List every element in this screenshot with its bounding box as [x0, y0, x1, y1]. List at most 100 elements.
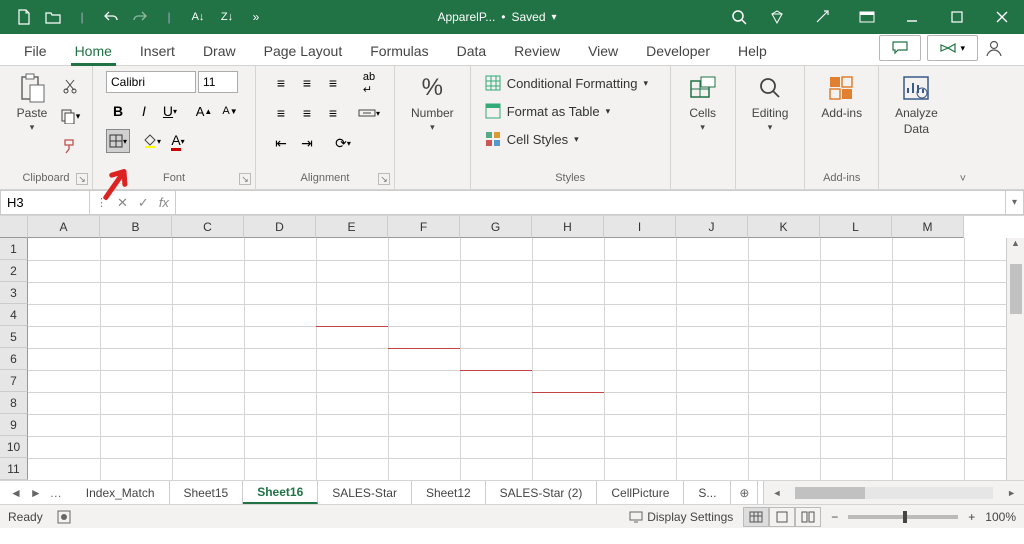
sheet-nav-prev-icon[interactable]: ◄ [10, 486, 22, 500]
col-header-E[interactable]: E [316, 216, 388, 238]
format-painter-icon[interactable] [58, 134, 82, 158]
gem-icon[interactable] [754, 0, 799, 34]
paste-button[interactable]: Paste ▾ [10, 70, 54, 135]
ribbon-mode-icon[interactable] [844, 0, 889, 34]
grow-font-icon[interactable]: A▲ [192, 99, 216, 123]
increase-indent-icon[interactable]: ⇥ [295, 131, 319, 155]
tab-data[interactable]: Data [443, 37, 501, 65]
namebox-chevron-icon[interactable]: ⋮ [96, 196, 107, 209]
worksheet-grid[interactable]: ▲ ABCDEFGHIJKLM1234567891011 [0, 216, 1024, 480]
fill-color-button[interactable]: ▾ [140, 129, 164, 153]
borders-button[interactable]: ▾ [106, 129, 130, 153]
formula-input[interactable] [176, 190, 1006, 215]
sheet-tab-index-match[interactable]: Index_Match [72, 481, 170, 504]
row-header-3[interactable]: 3 [0, 282, 28, 304]
wrap-text-icon[interactable]: ab↵ [357, 71, 381, 95]
col-header-A[interactable]: A [28, 216, 100, 238]
new-file-icon[interactable] [10, 3, 38, 31]
tab-review[interactable]: Review [500, 37, 574, 65]
qat-more-icon[interactable]: » [242, 3, 270, 31]
merge-center-icon[interactable]: ▾ [357, 101, 381, 125]
vertical-scrollbar[interactable]: ▲ [1006, 238, 1024, 480]
display-settings-button[interactable]: Display Settings [629, 510, 733, 524]
enter-formula-icon[interactable]: ✓ [138, 195, 149, 211]
tab-page-layout[interactable]: Page Layout [250, 37, 357, 65]
decrease-indent-icon[interactable]: ⇤ [269, 131, 293, 155]
sheet-tab-sheet12[interactable]: Sheet12 [412, 481, 486, 504]
align-top-icon[interactable]: ≡ [269, 71, 293, 95]
tab-formulas[interactable]: Formulas [356, 37, 442, 65]
sheet-tab-sheet15[interactable]: Sheet15 [170, 481, 244, 504]
tab-insert[interactable]: Insert [126, 37, 189, 65]
macro-record-icon[interactable] [57, 510, 71, 524]
collapse-ribbon-icon[interactable]: ˅ [954, 66, 972, 189]
row-header-9[interactable]: 9 [0, 414, 28, 436]
col-header-D[interactable]: D [244, 216, 316, 238]
shrink-font-icon[interactable]: A▼ [218, 99, 242, 123]
undo-icon[interactable] [97, 3, 125, 31]
cancel-formula-icon[interactable]: ✕ [117, 195, 128, 211]
row-header-4[interactable]: 4 [0, 304, 28, 326]
format-as-table-button[interactable]: Format as Table▾ [481, 98, 615, 124]
orientation-icon[interactable]: ⟳▾ [331, 131, 355, 155]
addins-button[interactable]: Add-ins [815, 70, 868, 122]
col-header-C[interactable]: C [172, 216, 244, 238]
row-header-8[interactable]: 8 [0, 392, 28, 414]
align-right-icon[interactable]: ≡ [321, 101, 345, 125]
align-middle-icon[interactable]: ≡ [295, 71, 319, 95]
chevron-down-icon[interactable]: ▾ [552, 12, 557, 23]
view-page-break-icon[interactable] [795, 507, 821, 527]
sheet-tab-sheet16[interactable]: Sheet16 [243, 481, 318, 504]
col-header-M[interactable]: M [892, 216, 964, 238]
col-header-F[interactable]: F [388, 216, 460, 238]
tab-view[interactable]: View [574, 37, 632, 65]
col-header-J[interactable]: J [676, 216, 748, 238]
row-header-2[interactable]: 2 [0, 260, 28, 282]
redo-icon[interactable] [126, 3, 154, 31]
tab-help[interactable]: Help [724, 37, 781, 65]
row-header-6[interactable]: 6 [0, 348, 28, 370]
open-file-icon[interactable] [39, 3, 67, 31]
dialog-launcher-icon[interactable]: ↘ [76, 173, 88, 185]
horizontal-scrollbar[interactable]: ◄ ► [763, 481, 1024, 504]
sheet-tab-sales-star-2[interactable]: SALES-Star (2) [486, 481, 598, 504]
bold-button[interactable]: B [106, 99, 130, 123]
cut-icon[interactable] [58, 74, 82, 98]
col-header-H[interactable]: H [532, 216, 604, 238]
zoom-in-button[interactable]: + [968, 510, 975, 524]
row-header-7[interactable]: 7 [0, 370, 28, 392]
cells-button[interactable]: Cells ▾ [681, 70, 725, 135]
sheet-tab-sales-star[interactable]: SALES-Star [318, 481, 412, 504]
row-header-11[interactable]: 11 [0, 458, 28, 480]
zoom-slider[interactable] [848, 515, 958, 519]
view-normal-icon[interactable] [743, 507, 769, 527]
sheet-nav-more-icon[interactable]: … [50, 486, 62, 500]
new-sheet-button[interactable]: ⊕ [731, 481, 757, 504]
row-header-1[interactable]: 1 [0, 238, 28, 260]
underline-button[interactable]: U▾ [158, 99, 182, 123]
dialog-launcher-icon[interactable]: ↘ [239, 173, 251, 185]
view-page-layout-icon[interactable] [769, 507, 795, 527]
zoom-out-button[interactable]: − [831, 510, 838, 524]
font-name-select[interactable] [106, 71, 196, 93]
sparkle-icon[interactable] [799, 0, 844, 34]
analyze-data-button[interactable]: Analyze Data [889, 70, 944, 138]
sort-desc-icon[interactable]: Z↓ [213, 3, 241, 31]
col-header-G[interactable]: G [460, 216, 532, 238]
select-all-button[interactable] [0, 216, 28, 238]
italic-button[interactable]: I [132, 99, 156, 123]
col-header-B[interactable]: B [100, 216, 172, 238]
tab-developer[interactable]: Developer [632, 37, 724, 65]
maximize-button[interactable] [934, 0, 979, 34]
copy-icon[interactable]: ▾ [58, 104, 82, 128]
name-box[interactable]: H3 [0, 190, 90, 215]
minimize-button[interactable] [889, 0, 934, 34]
dialog-launcher-icon[interactable]: ↘ [378, 173, 390, 185]
cell-styles-button[interactable]: Cell Styles▾ [481, 126, 583, 152]
sheet-tab-cellpicture[interactable]: CellPicture [597, 481, 684, 504]
close-button[interactable] [979, 0, 1024, 34]
align-bottom-icon[interactable]: ≡ [321, 71, 345, 95]
align-center-icon[interactable]: ≡ [295, 101, 319, 125]
search-icon[interactable] [724, 9, 754, 25]
row-header-5[interactable]: 5 [0, 326, 28, 348]
